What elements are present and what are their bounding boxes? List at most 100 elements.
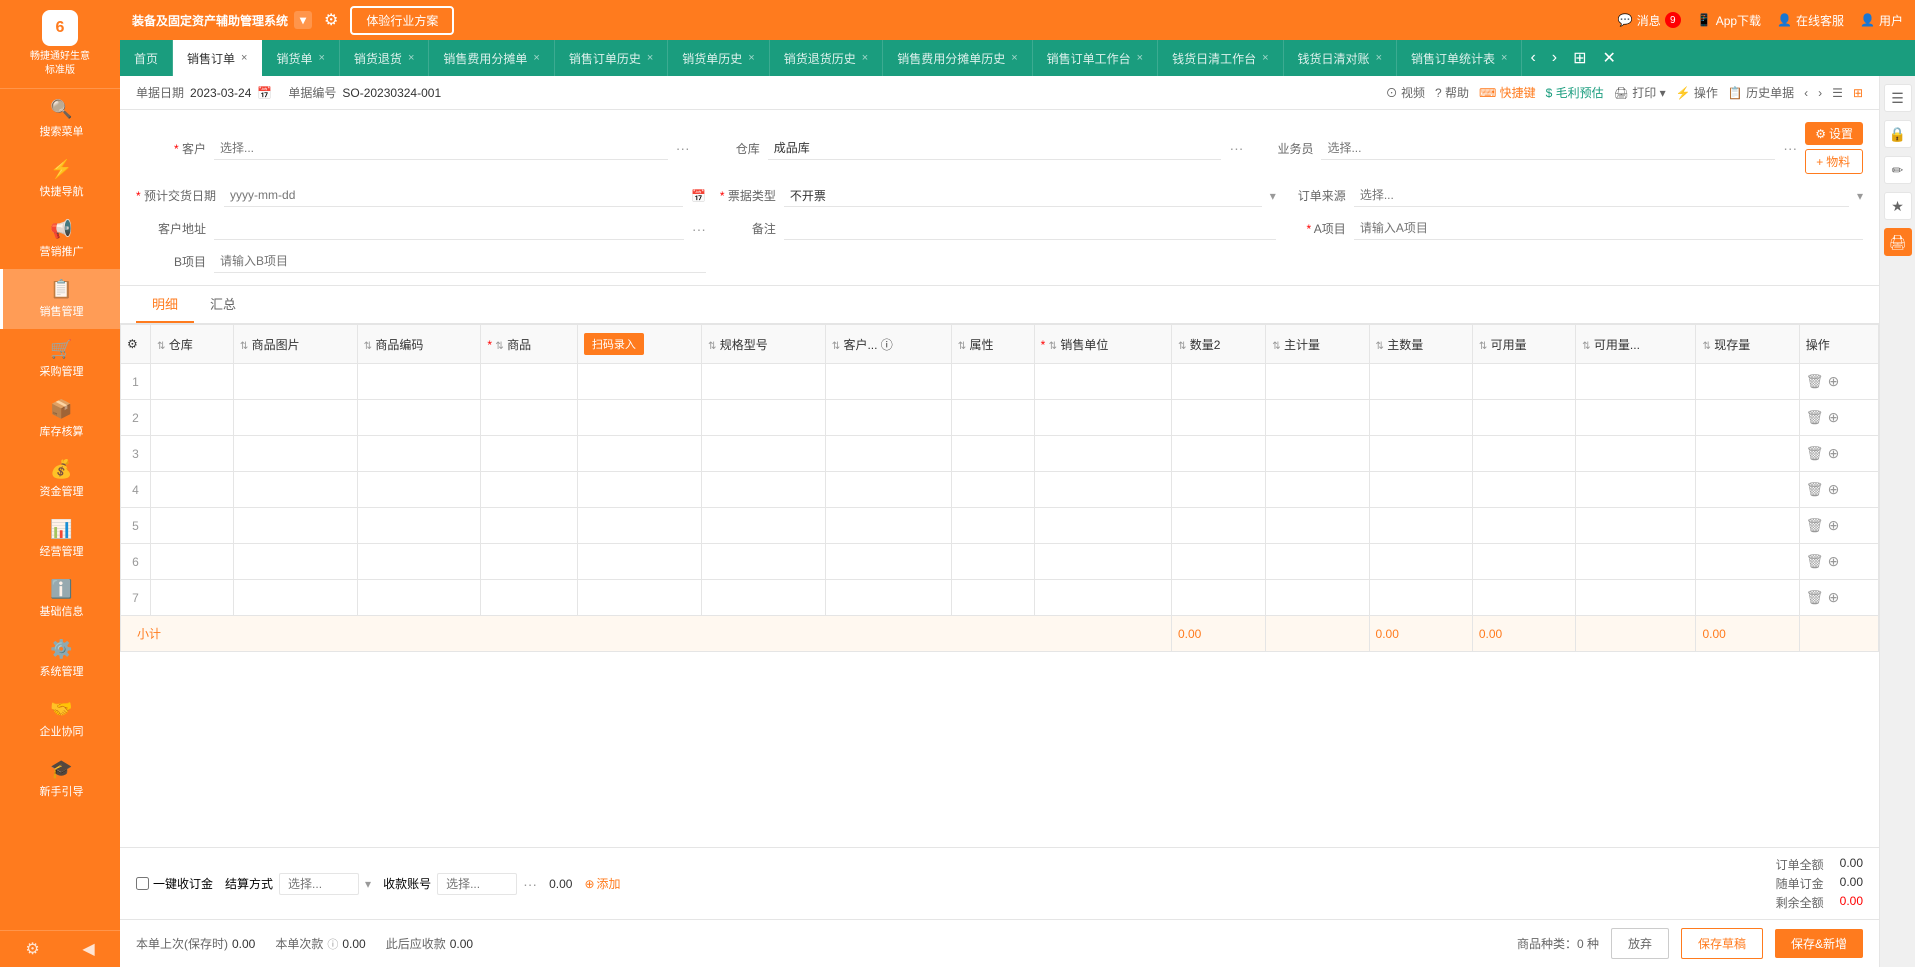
- col-sales-unit[interactable]: ⇅ 销售单位: [1034, 325, 1171, 364]
- right-panel-btn-2[interactable]: 🔒: [1884, 120, 1912, 148]
- col-product[interactable]: ⇅ 商品: [481, 325, 578, 364]
- tab-daily-reconcile[interactable]: 钱货日清对账 ×: [1284, 40, 1397, 76]
- video-action[interactable]: ⊙ 视频: [1386, 84, 1425, 101]
- tab-prev-btn[interactable]: ‹: [1522, 49, 1543, 67]
- salesperson-dots-icon[interactable]: ···: [1783, 140, 1797, 156]
- nav-next-icon[interactable]: ›: [1818, 86, 1822, 100]
- shortcut-action[interactable]: ⌨ 快捷键: [1479, 84, 1536, 101]
- note-input[interactable]: [784, 217, 1276, 240]
- sidebar-item-system[interactable]: ⚙️ 系统管理: [0, 629, 120, 689]
- tab-close-icon[interactable]: ×: [1137, 52, 1143, 64]
- quick-order-checkbox[interactable]: [136, 877, 149, 890]
- col-avail-qty[interactable]: ⇅ 可用量: [1472, 325, 1575, 364]
- delete-row-icon[interactable]: 🗑: [1806, 553, 1824, 570]
- cell-main-qty[interactable]: [1369, 364, 1472, 400]
- print-action[interactable]: 🖨 打印 ▾: [1614, 84, 1666, 101]
- sidebar-item-enterprise[interactable]: 🤝 企业协同: [0, 689, 120, 749]
- sidebar-item-inventory[interactable]: 📦 库存核算: [0, 389, 120, 449]
- cell-avail2[interactable]: [1576, 364, 1696, 400]
- tab-close-icon[interactable]: ×: [647, 52, 653, 64]
- customer-input[interactable]: [214, 137, 668, 160]
- col-customer[interactable]: ⇅ 客户... ⓘ: [825, 325, 951, 364]
- tab-sales-expense[interactable]: 销售费用分摊单 ×: [429, 40, 554, 76]
- cell-attr[interactable]: [951, 364, 1034, 400]
- sidebar-item-search[interactable]: 🔍 搜索菜单: [0, 89, 120, 149]
- b-project-input[interactable]: [214, 250, 706, 273]
- tab-detail[interactable]: 明细: [136, 286, 194, 323]
- tab-close-icon[interactable]: ×: [533, 52, 539, 64]
- cell-avail[interactable]: [1472, 364, 1575, 400]
- customer-addr-input[interactable]: [214, 217, 684, 240]
- col-product-code[interactable]: ⇅ 商品编码: [357, 325, 481, 364]
- sidebar-item-sales[interactable]: 📋 销售管理: [0, 269, 120, 329]
- sidebar-item-operations[interactable]: 📊 经营管理: [0, 509, 120, 569]
- delete-row-icon[interactable]: 🗑: [1806, 589, 1824, 606]
- cell-sales-unit[interactable]: [1034, 364, 1171, 400]
- grid-view-icon[interactable]: ⊞: [1853, 86, 1863, 100]
- tab-close-icon[interactable]: ×: [1376, 52, 1382, 64]
- settings-bottom-icon[interactable]: ⚙: [25, 939, 39, 959]
- copy-row-icon[interactable]: ⊕: [1828, 409, 1840, 426]
- copy-row-icon[interactable]: ⊕: [1828, 373, 1840, 390]
- col-product-img[interactable]: ⇅ 商品图片: [233, 325, 357, 364]
- col-avail-qty2[interactable]: ⇅ 可用量...: [1576, 325, 1696, 364]
- settings-btn[interactable]: ⚙ 设置: [1805, 122, 1863, 145]
- col-settings[interactable]: ⚙: [121, 325, 151, 364]
- tab-daily-workbench[interactable]: 钱货日清工作台 ×: [1158, 40, 1283, 76]
- tab-workbench[interactable]: 销售订单工作台 ×: [1033, 40, 1158, 76]
- col-spec[interactable]: ⇅ 规格型号: [702, 325, 826, 364]
- delete-row-icon[interactable]: 🗑: [1806, 481, 1824, 498]
- date-value[interactable]: 2023-03-24: [190, 86, 251, 100]
- copy-row-icon[interactable]: ⊕: [1828, 589, 1840, 606]
- cell-customer[interactable]: [825, 364, 951, 400]
- tab-close-icon[interactable]: ×: [1011, 52, 1017, 64]
- system-dropdown[interactable]: ▾: [294, 11, 312, 29]
- customer-dots-icon[interactable]: ···: [676, 140, 690, 156]
- table-container[interactable]: ⚙ ⇅ 仓库 ⇅ 商品图片 ⇅ 商品编码 ⇅ 商品 扫码录入 ⇅ 规格型号 ⇅ …: [120, 324, 1879, 847]
- sidebar-item-purchase[interactable]: 🛒 采购管理: [0, 329, 120, 389]
- tab-next-btn[interactable]: ›: [1544, 49, 1565, 67]
- tab-return-history[interactable]: 销货退货历史 ×: [770, 40, 883, 76]
- cell-img[interactable]: [233, 364, 357, 400]
- list-view-icon[interactable]: ☰: [1832, 86, 1843, 100]
- cell-qty2[interactable]: [1171, 364, 1265, 400]
- sidebar-item-finance[interactable]: 💰 资金管理: [0, 449, 120, 509]
- operation-action[interactable]: ⚡ 操作: [1676, 84, 1718, 101]
- delete-row-icon[interactable]: 🗑: [1806, 445, 1824, 462]
- sidebar-item-basic-info[interactable]: ℹ️ 基础信息: [0, 569, 120, 629]
- calendar-icon[interactable]: 📅: [257, 86, 272, 100]
- addr-dots-icon[interactable]: ···: [692, 221, 706, 237]
- warehouse-input[interactable]: [768, 137, 1222, 160]
- invoice-type-input[interactable]: [784, 184, 1262, 207]
- tab-close-icon[interactable]: ×: [862, 52, 868, 64]
- message-btn[interactable]: 💬 消息 9: [1618, 12, 1681, 29]
- copy-row-icon[interactable]: ⊕: [1828, 517, 1840, 534]
- cell-main-unit[interactable]: [1266, 364, 1369, 400]
- save-new-btn[interactable]: 保存&新增: [1775, 929, 1863, 958]
- tab-sales-order-history[interactable]: 销售订单历史 ×: [555, 40, 668, 76]
- tab-summary[interactable]: 汇总: [194, 286, 252, 323]
- col-main-unit[interactable]: ⇅ 主计量: [1266, 325, 1369, 364]
- scan-btn[interactable]: 扫码录入: [584, 333, 644, 355]
- trial-btn[interactable]: 体验行业方案: [350, 6, 454, 35]
- copy-row-icon[interactable]: ⊕: [1828, 553, 1840, 570]
- quick-order-check[interactable]: 一键收订金: [136, 875, 213, 892]
- tab-expand-btn[interactable]: ⊞: [1565, 48, 1594, 68]
- sidebar-item-quick[interactable]: ⚡ 快捷导航: [0, 149, 120, 209]
- warehouse-dots-icon[interactable]: ···: [1229, 140, 1243, 156]
- tab-sales-return[interactable]: 销货退货 ×: [340, 40, 429, 76]
- tab-close-icon[interactable]: ×: [241, 52, 247, 64]
- tab-close-icon[interactable]: ×: [1262, 52, 1268, 64]
- tab-close-icon[interactable]: ×: [748, 52, 754, 64]
- col-main-qty[interactable]: ⇅ 主数量: [1369, 325, 1472, 364]
- account-dots-icon[interactable]: ···: [523, 876, 537, 892]
- col-scan[interactable]: 扫码录入: [577, 325, 701, 364]
- discard-btn[interactable]: 放弃: [1611, 928, 1669, 959]
- cell-product[interactable]: [481, 364, 578, 400]
- draft-btn[interactable]: 保存草稿: [1681, 928, 1763, 959]
- tab-close-icon[interactable]: ×: [1501, 52, 1507, 64]
- delete-row-icon[interactable]: 🗑: [1806, 373, 1824, 390]
- topbar-settings-icon[interactable]: ⚙: [324, 10, 338, 30]
- tab-invoice-history[interactable]: 销货单历史 ×: [668, 40, 769, 76]
- delivery-date-input[interactable]: [224, 184, 683, 207]
